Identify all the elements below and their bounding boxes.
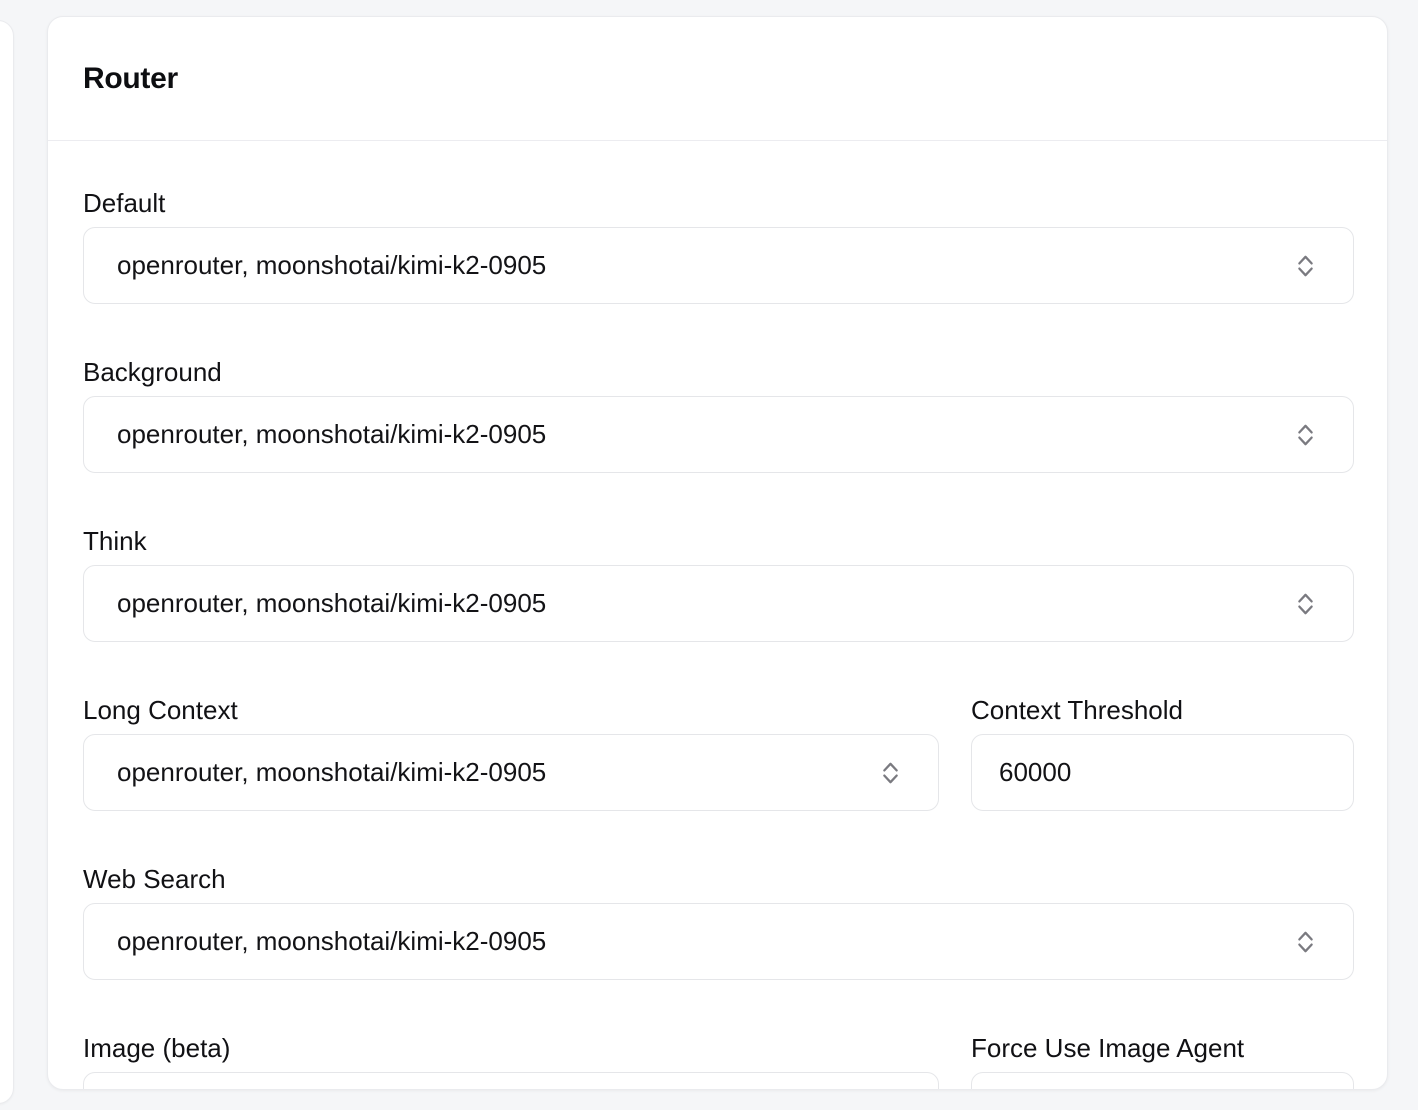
think-label: Think [83, 526, 147, 556]
image-model-select[interactable] [83, 1072, 939, 1089]
chevron-up-down-icon [880, 759, 901, 786]
chevron-up-down-icon [1295, 421, 1316, 448]
field-row-background: Background openrouter, moonshotai/kimi-k… [83, 357, 1354, 473]
card-title: Router [83, 61, 178, 95]
long-context-model-select-value: openrouter, moonshotai/kimi-k2-0905 [117, 757, 547, 787]
context-threshold-label: Context Threshold [971, 695, 1183, 725]
router-settings-card: Router Default openrouter, moonshotai/ki… [47, 16, 1388, 1090]
default-label: Default [83, 188, 166, 218]
background-model-select[interactable]: openrouter, moonshotai/kimi-k2-0905 [83, 396, 1354, 473]
long-context-column: Long Context openrouter, moonshotai/kimi… [83, 695, 939, 811]
card-header: Router [48, 17, 1387, 141]
field-row-image: Image (beta) Force Use Image Agent [83, 1033, 1354, 1089]
field-row-think: Think openrouter, moonshotai/kimi-k2-090… [83, 526, 1354, 642]
field-row-web-search: Web Search openrouter, moonshotai/kimi-k… [83, 864, 1354, 980]
field-row-default: Default openrouter, moonshotai/kimi-k2-0… [83, 188, 1354, 304]
default-model-select-value: openrouter, moonshotai/kimi-k2-0905 [117, 250, 547, 280]
web-search-model-select-value: openrouter, moonshotai/kimi-k2-0905 [117, 926, 547, 956]
background-label: Background [83, 357, 222, 387]
force-use-image-agent-column: Force Use Image Agent [971, 1033, 1354, 1089]
web-search-model-select[interactable]: openrouter, moonshotai/kimi-k2-0905 [83, 903, 1354, 980]
force-use-image-agent-label: Force Use Image Agent [971, 1033, 1245, 1063]
long-context-label: Long Context [83, 695, 238, 725]
image-column: Image (beta) [83, 1033, 939, 1089]
settings-page: { "page": { "background_color": "#f5f6f8… [0, 0, 1418, 1110]
chevron-up-down-icon [1295, 928, 1316, 955]
force-use-image-agent-field[interactable] [971, 1072, 1354, 1089]
chevron-up-down-icon [1295, 590, 1316, 617]
chevron-up-down-icon [1295, 252, 1316, 279]
long-context-model-select[interactable]: openrouter, moonshotai/kimi-k2-0905 [83, 734, 939, 811]
left-partial-card [0, 20, 14, 1104]
think-model-select-value: openrouter, moonshotai/kimi-k2-0905 [117, 588, 547, 618]
field-row-long-context: Long Context openrouter, moonshotai/kimi… [83, 695, 1354, 811]
image-label: Image (beta) [83, 1033, 231, 1063]
default-model-select[interactable]: openrouter, moonshotai/kimi-k2-0905 [83, 227, 1354, 304]
web-search-label: Web Search [83, 864, 226, 894]
card-body: Default openrouter, moonshotai/kimi-k2-0… [48, 141, 1387, 1089]
think-model-select[interactable]: openrouter, moonshotai/kimi-k2-0905 [83, 565, 1354, 642]
context-threshold-column: Context Threshold [971, 695, 1354, 811]
context-threshold-input[interactable] [971, 734, 1354, 811]
background-model-select-value: openrouter, moonshotai/kimi-k2-0905 [117, 419, 547, 449]
